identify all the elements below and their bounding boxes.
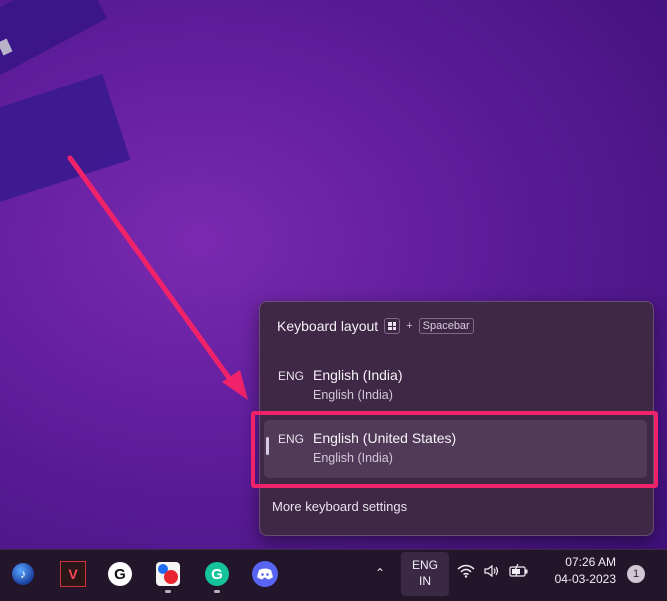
grammarly-icon: G	[205, 562, 229, 586]
running-indicator	[214, 590, 220, 593]
taskbar-app-logitech[interactable]: G	[107, 561, 133, 587]
logitech-g-icon: G	[108, 562, 132, 586]
valorant-icon: V	[60, 561, 86, 587]
taskbar-app-paint[interactable]	[155, 561, 181, 593]
annotation-highlight-box	[251, 411, 658, 488]
paint-icon	[156, 562, 180, 586]
language-region: IN	[419, 574, 431, 588]
shortcut-plus: +	[406, 320, 413, 332]
clock-time: 07:26 AM	[565, 555, 616, 569]
layout-name: English (India)	[313, 367, 403, 383]
battery-charging-icon	[509, 564, 528, 577]
taskbar-app-valorant[interactable]: V	[60, 561, 86, 587]
taskbar-app-discord[interactable]	[252, 561, 278, 587]
language-code: ENG	[411, 558, 438, 572]
running-indicator	[165, 590, 171, 593]
spacebar-key: Spacebar	[418, 318, 474, 334]
flyout-title: Keyboard layout	[277, 318, 379, 334]
layout-code: ENG	[278, 369, 305, 383]
taskbar-app-grammarly[interactable]: G	[204, 561, 230, 593]
wifi-icon	[457, 564, 475, 578]
clock-date: 04-03-2023	[554, 572, 616, 586]
show-hidden-icons-chevron-icon[interactable]: ⌃	[375, 566, 385, 580]
discord-icon	[252, 561, 278, 587]
wallpaper-shape	[0, 74, 131, 206]
windows-key-icon	[384, 318, 401, 334]
volume-icon	[484, 564, 499, 578]
layout-item-english-india[interactable]: ENG English (India) English (India)	[264, 357, 647, 415]
notification-badge[interactable]: 1	[627, 565, 645, 583]
layout-keyboard: English (India)	[313, 388, 393, 402]
system-tray-icons[interactable]	[457, 564, 529, 578]
flyout-header: Keyboard layout + Spacebar	[277, 318, 474, 334]
input-language-indicator[interactable]: ENG IN	[401, 552, 449, 596]
music-note-icon: ♪	[12, 563, 34, 585]
wallpaper-shape	[0, 0, 108, 75]
taskbar-clock[interactable]: 07:26 AM 04-03-2023	[546, 555, 616, 586]
taskbar-app-music-player[interactable]: ♪	[10, 561, 36, 587]
more-keyboard-settings-link[interactable]: More keyboard settings	[272, 499, 407, 514]
